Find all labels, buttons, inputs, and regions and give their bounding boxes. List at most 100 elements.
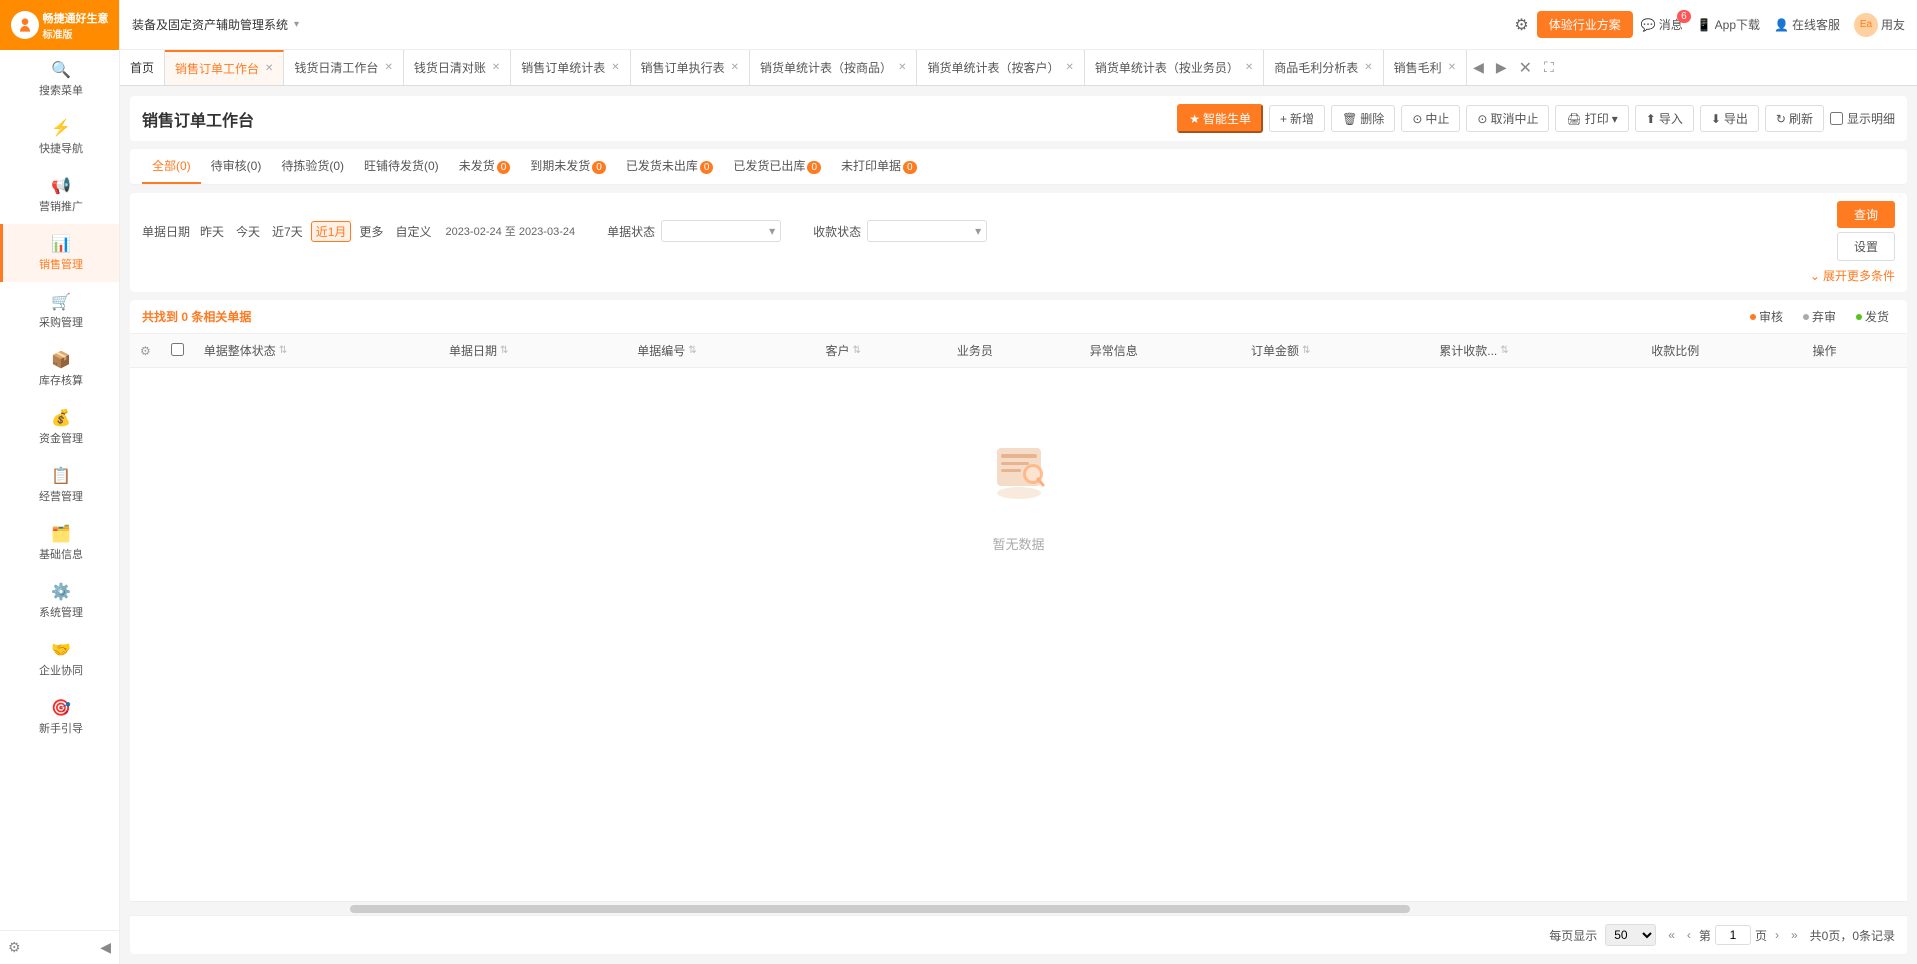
- sidebar-item-management[interactable]: 📋 经营管理: [0, 456, 119, 514]
- sidebar-item-collab[interactable]: 🤝 企业协同: [0, 630, 119, 688]
- tab-sales-by-staff[interactable]: 销货单统计表（按业务员） ✕: [1085, 50, 1264, 85]
- tab-sales-margin[interactable]: 销售毛利 ✕: [1384, 50, 1467, 85]
- app-download-button[interactable]: 📱 App下载: [1697, 16, 1760, 33]
- settings-icon[interactable]: ⚙: [8, 939, 21, 956]
- tab-cash-reconcile[interactable]: 钱货日清对账 ✕: [404, 50, 511, 85]
- subtab-shipped-not-out[interactable]: 已发货未出库0: [616, 149, 724, 184]
- sidebar-item-system[interactable]: ⚙️ 系统管理: [0, 572, 119, 630]
- tab-close-icon[interactable]: ✕: [898, 62, 906, 73]
- sort-number[interactable]: 单据编号 ⇅: [637, 342, 805, 359]
- tab-next-button[interactable]: ▶: [1490, 50, 1513, 85]
- subtab-all[interactable]: 全部(0): [142, 149, 201, 184]
- th-setting[interactable]: ⚙: [130, 334, 161, 368]
- message-button[interactable]: 💬 消息 6: [1641, 16, 1683, 33]
- sidebar-item-baseinfo[interactable]: 🗂️ 基础信息: [0, 514, 119, 572]
- date-custom[interactable]: 自定义: [391, 221, 435, 242]
- tab-sales-stats[interactable]: 销售订单统计表 ✕: [511, 50, 630, 85]
- page-input[interactable]: [1715, 925, 1751, 945]
- tab-close-icon[interactable]: ✕: [384, 62, 392, 73]
- smart-create-button[interactable]: ★ 智能生单: [1177, 104, 1263, 133]
- subtab-overdue-unshipped[interactable]: 到期未发货0: [520, 149, 616, 184]
- subtab-pending-check[interactable]: 待拣验货(0): [271, 149, 354, 184]
- stop-button[interactable]: ⊙ 中止: [1401, 105, 1460, 132]
- payment-select[interactable]: [867, 220, 987, 242]
- tab-cash-daily-workbench[interactable]: 钱货日清工作台 ✕: [284, 50, 403, 85]
- sidebar-item-marketing[interactable]: 📢 营销推广: [0, 166, 119, 224]
- title-dropdown-icon[interactable]: ▾: [294, 19, 299, 30]
- date-today[interactable]: 今天: [232, 221, 264, 242]
- scrollbar-thumb[interactable]: [350, 905, 1410, 913]
- date-7days[interactable]: 近7天: [268, 221, 307, 242]
- date-more[interactable]: 更多: [355, 221, 387, 242]
- tab-close-icon[interactable]: ✕: [1245, 62, 1253, 73]
- date-yesterday[interactable]: 昨天: [196, 221, 228, 242]
- ship-button[interactable]: 发货: [1850, 306, 1895, 327]
- last-page-button[interactable]: »: [1787, 926, 1802, 944]
- export-button[interactable]: ⬇ 导出: [1700, 105, 1759, 132]
- filter-bar: 单据日期 昨天 今天 近7天 近1月 更多 自定义 2023-02-24 至 2…: [130, 193, 1907, 292]
- prev-page-button[interactable]: ‹: [1683, 926, 1695, 944]
- tab-close-icon[interactable]: ✕: [265, 63, 273, 74]
- tab-close-icon[interactable]: ✕: [1364, 62, 1372, 73]
- sort-date[interactable]: 单据日期 ⇅: [449, 342, 617, 359]
- sidebar-item-search[interactable]: 🔍 搜索菜单: [0, 50, 119, 108]
- user-menu-button[interactable]: Ea 用友: [1854, 13, 1905, 37]
- query-button[interactable]: 查询: [1837, 201, 1895, 228]
- subtab-pending-review[interactable]: 待审核(0): [201, 149, 272, 184]
- sort-amount[interactable]: 订单金额 ⇅: [1251, 342, 1419, 359]
- page-size-select[interactable]: 50 10 20 100: [1605, 924, 1656, 946]
- tab-close-icon[interactable]: ✕: [731, 62, 739, 73]
- expand-filter-button[interactable]: ⌄ 展开更多条件: [1810, 267, 1895, 284]
- sort-status[interactable]: 单据整体状态 ⇅: [204, 342, 429, 359]
- gear-icon[interactable]: ⚙: [1514, 15, 1528, 35]
- first-page-button[interactable]: «: [1664, 926, 1679, 944]
- tab-sales-by-product[interactable]: 销货单统计表（按商品） ✕: [750, 50, 917, 85]
- delete-button[interactable]: 🗑 删除: [1331, 105, 1395, 132]
- subtab-unprinted[interactable]: 未打印单据0: [831, 149, 927, 184]
- set-button[interactable]: 设置: [1837, 232, 1895, 261]
- collapse-icon[interactable]: ◀: [100, 939, 111, 956]
- sidebar-item-quicknav[interactable]: ⚡ 快捷导航: [0, 108, 119, 166]
- status-select[interactable]: [661, 220, 781, 242]
- th-checkbox[interactable]: [161, 334, 194, 368]
- tab-margin-analysis[interactable]: 商品毛利分析表 ✕: [1264, 50, 1383, 85]
- tab-close-icon[interactable]: ✕: [1448, 62, 1456, 73]
- record-count: 共找到 0 条相关单据: [142, 308, 251, 325]
- tab-expand-button[interactable]: ⛶: [1538, 50, 1560, 85]
- online-service-button[interactable]: 👤 在线客服: [1774, 16, 1840, 33]
- subtab-wangpu-pending[interactable]: 旺铺待发货(0): [354, 149, 449, 184]
- tab-home[interactable]: 首页: [120, 50, 165, 85]
- sort-customer[interactable]: 客户 ⇅: [826, 342, 937, 359]
- tab-sales-exec[interactable]: 销售订单执行表 ✕: [631, 50, 750, 85]
- import-button[interactable]: ⬆ 导入: [1635, 105, 1694, 132]
- review-button[interactable]: 审核: [1744, 306, 1789, 327]
- sidebar-item-sales[interactable]: 📊 销售管理: [0, 224, 119, 282]
- trial-button[interactable]: 体验行业方案: [1537, 11, 1633, 38]
- sidebar-item-inventory[interactable]: 📦 库存核算: [0, 340, 119, 398]
- subtab-shipped-out[interactable]: 已发货已出库0: [723, 149, 831, 184]
- sidebar-item-guide[interactable]: 🎯 新手引导: [0, 688, 119, 746]
- tab-close-icon[interactable]: ✕: [492, 62, 500, 73]
- tab-close-icon[interactable]: ✕: [611, 62, 619, 73]
- show-detail-toggle[interactable]: 显示明细: [1830, 110, 1895, 127]
- cancel-review-button[interactable]: 弃审: [1797, 306, 1842, 327]
- cancel-stop-button[interactable]: ⊙ 取消中止: [1466, 105, 1549, 132]
- tab-close-all-button[interactable]: ✕: [1513, 50, 1538, 85]
- sidebar-item-finance[interactable]: 💰 资金管理: [0, 398, 119, 456]
- sort-collected[interactable]: 累计收款... ⇅: [1439, 342, 1631, 359]
- page-suffix: 页: [1755, 927, 1767, 944]
- tab-sales-order-workbench[interactable]: 销售订单工作台 ✕: [165, 50, 284, 85]
- sidebar-item-purchase[interactable]: 🛒 采购管理: [0, 282, 119, 340]
- date-1month[interactable]: 近1月: [311, 221, 352, 242]
- next-page-button[interactable]: ›: [1771, 926, 1783, 944]
- subtab-unshipped[interactable]: 未发货0: [449, 149, 521, 184]
- tab-close-icon[interactable]: ✕: [1065, 62, 1073, 73]
- tab-prev-button[interactable]: ◀: [1467, 50, 1490, 85]
- show-detail-checkbox[interactable]: [1830, 112, 1843, 125]
- new-button[interactable]: + 新增: [1269, 105, 1325, 132]
- select-all-checkbox[interactable]: [171, 343, 184, 356]
- tab-sales-by-customer[interactable]: 销货单统计表（按客户） ✕: [917, 50, 1084, 85]
- print-button[interactable]: 🖨 打印 ▾: [1555, 105, 1628, 132]
- horizontal-scrollbar[interactable]: [130, 901, 1907, 915]
- refresh-button[interactable]: ↻ 刷新: [1765, 105, 1824, 132]
